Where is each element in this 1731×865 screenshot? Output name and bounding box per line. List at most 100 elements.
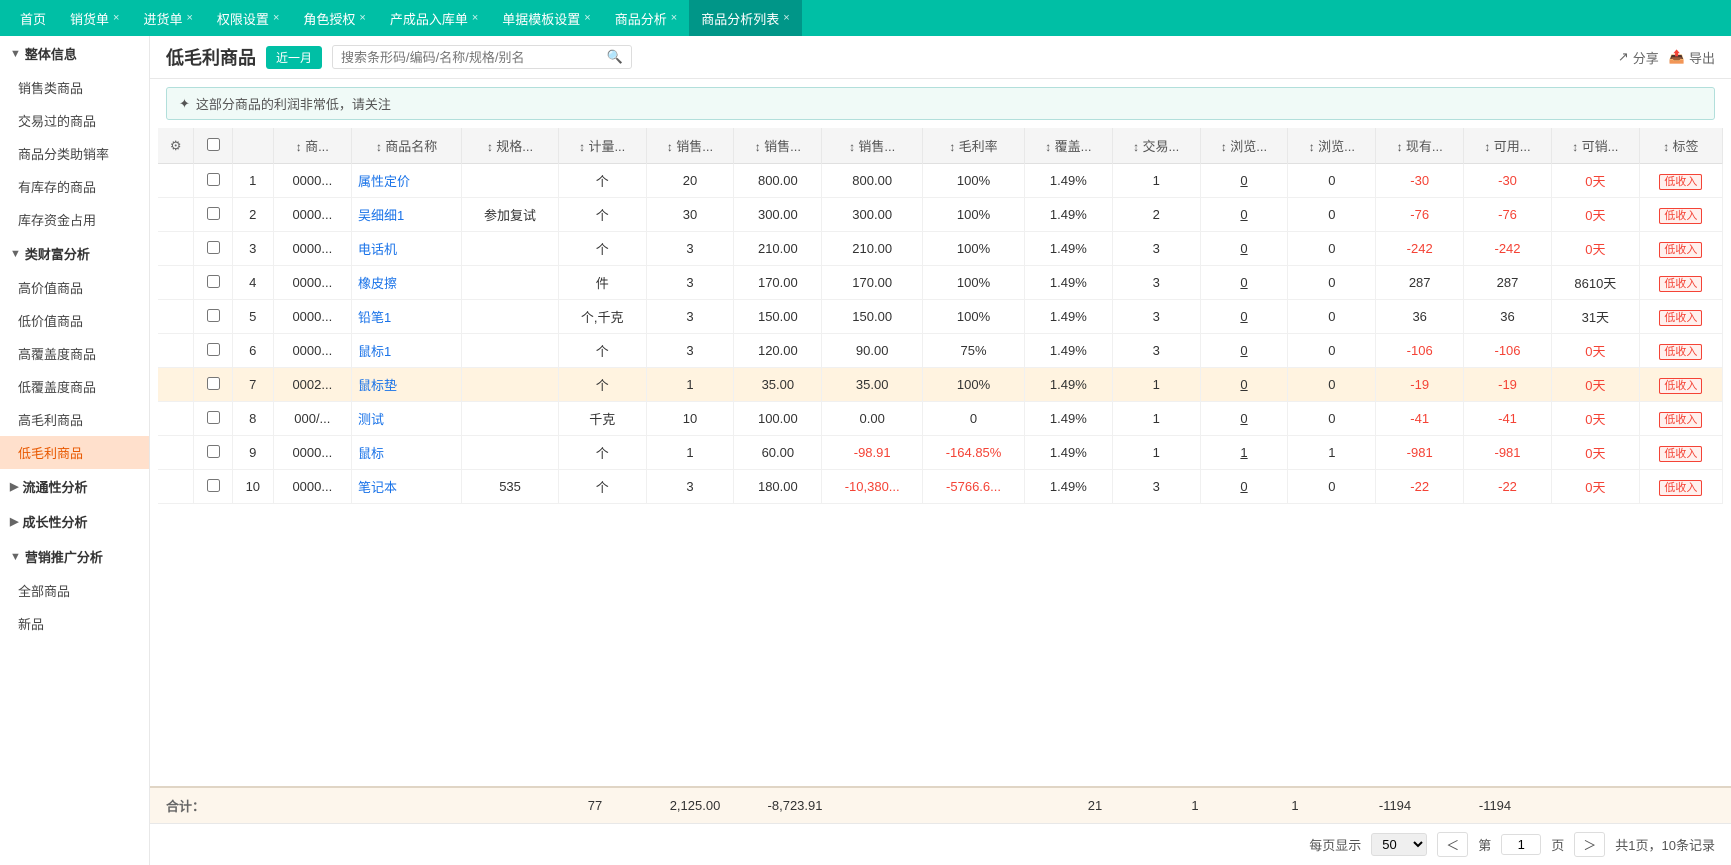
col-spec[interactable]: ↕ 规格...: [462, 128, 558, 164]
row-browse1[interactable]: 0: [1200, 470, 1288, 504]
sidebar-section-wealth[interactable]: ▼ 类财富分析: [0, 236, 149, 271]
row-check[interactable]: [194, 164, 233, 198]
row-checkbox[interactable]: [207, 377, 220, 390]
sidebar-item-low-value[interactable]: 低价值商品: [0, 304, 149, 337]
col-settings[interactable]: ⚙: [158, 128, 194, 164]
close-icon[interactable]: ×: [584, 12, 590, 24]
row-name[interactable]: 测试: [351, 402, 461, 436]
nav-role[interactable]: 角色授权×: [291, 0, 377, 36]
sidebar-section-circulation[interactable]: ▶ 流通性分析: [0, 469, 149, 504]
export-button[interactable]: 📤 导出: [1669, 48, 1715, 67]
row-browse1[interactable]: 0: [1200, 266, 1288, 300]
row-check[interactable]: [194, 470, 233, 504]
col-available[interactable]: ↕ 可用...: [1464, 128, 1552, 164]
row-browse1[interactable]: 0: [1200, 232, 1288, 266]
sidebar-item-high-margin[interactable]: 高毛利商品: [0, 403, 149, 436]
col-saleable[interactable]: ↕ 可销...: [1551, 128, 1639, 164]
page-input[interactable]: [1501, 834, 1541, 855]
nav-purchase[interactable]: 进货单×: [131, 0, 204, 36]
row-checkbox[interactable]: [207, 207, 220, 220]
nav-product-in[interactable]: 产成品入库单×: [378, 0, 490, 36]
row-browse1[interactable]: 1: [1200, 436, 1288, 470]
sidebar-item-all-products[interactable]: 全部商品: [0, 574, 149, 607]
row-browse1[interactable]: 0: [1200, 402, 1288, 436]
row-check[interactable]: [194, 436, 233, 470]
sidebar-item-traded-products[interactable]: 交易过的商品: [0, 104, 149, 137]
sidebar-item-stock-products[interactable]: 有库存的商品: [0, 170, 149, 203]
row-browse1[interactable]: 0: [1200, 300, 1288, 334]
per-page-select[interactable]: 50 100 200: [1371, 833, 1427, 856]
col-browse2[interactable]: ↕ 浏览...: [1288, 128, 1376, 164]
col-current[interactable]: ↕ 现有...: [1376, 128, 1464, 164]
col-tag[interactable]: ↕ 标签: [1639, 128, 1722, 164]
col-unit[interactable]: ↕ 计量...: [558, 128, 646, 164]
nav-home[interactable]: 首页: [8, 0, 58, 36]
next-page-button[interactable]: ＞: [1574, 832, 1605, 857]
row-check[interactable]: [194, 232, 233, 266]
sidebar-item-low-margin[interactable]: 低毛利商品: [0, 436, 149, 469]
search-box[interactable]: 🔍: [332, 45, 632, 69]
sidebar-item-high-value[interactable]: 高价值商品: [0, 271, 149, 304]
col-trade[interactable]: ↕ 交易...: [1112, 128, 1200, 164]
row-checkbox[interactable]: [207, 411, 220, 424]
search-icon[interactable]: 🔍: [607, 49, 623, 65]
sidebar-section-marketing[interactable]: ▼ 营销推广分析: [0, 539, 149, 574]
close-icon[interactable]: ×: [472, 12, 478, 24]
row-browse1[interactable]: 0: [1200, 368, 1288, 402]
col-sales-amt[interactable]: ↕ 销售...: [822, 128, 923, 164]
close-icon[interactable]: ×: [359, 12, 365, 24]
search-input[interactable]: [341, 50, 607, 65]
row-check[interactable]: [194, 334, 233, 368]
sidebar-item-low-coverage[interactable]: 低覆盖度商品: [0, 370, 149, 403]
row-name[interactable]: 鼠标垫: [351, 368, 461, 402]
row-checkbox[interactable]: [207, 173, 220, 186]
nav-product-analysis-list[interactable]: 商品分析列表×: [689, 0, 801, 36]
row-checkbox[interactable]: [207, 479, 220, 492]
row-check[interactable]: [194, 266, 233, 300]
sidebar-item-category-rate[interactable]: 商品分类助销率: [0, 137, 149, 170]
close-icon[interactable]: ×: [783, 12, 789, 24]
col-cover-rate[interactable]: ↕ 覆盖...: [1024, 128, 1112, 164]
nav-product-analysis[interactable]: 商品分析×: [603, 0, 689, 36]
prev-page-button[interactable]: ＜: [1437, 832, 1468, 857]
share-button[interactable]: ↗ 分享: [1618, 48, 1659, 67]
row-browse1[interactable]: 0: [1200, 164, 1288, 198]
settings-icon[interactable]: ⚙: [170, 138, 182, 153]
col-sales-price[interactable]: ↕ 销售...: [734, 128, 822, 164]
row-check[interactable]: [194, 198, 233, 232]
filter-period-button[interactable]: 近一月: [266, 46, 322, 69]
sidebar-section-overall[interactable]: ▼ 整体信息: [0, 36, 149, 71]
close-icon[interactable]: ×: [273, 12, 279, 24]
table-container[interactable]: ⚙ ↕ 商... ↕ 商品名称 ↕ 规格... ↕ 计量... ↕ 销售... …: [150, 128, 1731, 786]
row-check[interactable]: [194, 300, 233, 334]
nav-sales[interactable]: 销货单×: [58, 0, 131, 36]
row-check[interactable]: [194, 402, 233, 436]
row-checkbox[interactable]: [207, 343, 220, 356]
nav-permission[interactable]: 权限设置×: [205, 0, 291, 36]
row-name[interactable]: 鼠标1: [351, 334, 461, 368]
row-name[interactable]: 笔记本: [351, 470, 461, 504]
row-checkbox[interactable]: [207, 275, 220, 288]
col-gross-rate[interactable]: ↕ 毛利率: [923, 128, 1025, 164]
row-browse1[interactable]: 0: [1200, 198, 1288, 232]
row-check[interactable]: [194, 368, 233, 402]
col-name[interactable]: ↕ 商品名称: [351, 128, 461, 164]
col-code[interactable]: ↕ 商...: [273, 128, 351, 164]
col-sales-qty[interactable]: ↕ 销售...: [646, 128, 734, 164]
row-browse1[interactable]: 0: [1200, 334, 1288, 368]
sidebar-item-sales-products[interactable]: 销售类商品: [0, 71, 149, 104]
close-icon[interactable]: ×: [186, 12, 192, 24]
sidebar-section-growth[interactable]: ▶ 成长性分析: [0, 504, 149, 539]
sidebar-item-stock-capital[interactable]: 库存资金占用: [0, 203, 149, 236]
sidebar-item-high-coverage[interactable]: 高覆盖度商品: [0, 337, 149, 370]
row-name[interactable]: 电话机: [351, 232, 461, 266]
row-name[interactable]: 鼠标: [351, 436, 461, 470]
row-checkbox[interactable]: [207, 241, 220, 254]
row-name[interactable]: 属性定价: [351, 164, 461, 198]
row-checkbox[interactable]: [207, 445, 220, 458]
col-browse1[interactable]: ↕ 浏览...: [1200, 128, 1288, 164]
close-icon[interactable]: ×: [671, 12, 677, 24]
close-icon[interactable]: ×: [113, 12, 119, 24]
row-name[interactable]: 橡皮擦: [351, 266, 461, 300]
nav-template[interactable]: 单据模板设置×: [490, 0, 602, 36]
